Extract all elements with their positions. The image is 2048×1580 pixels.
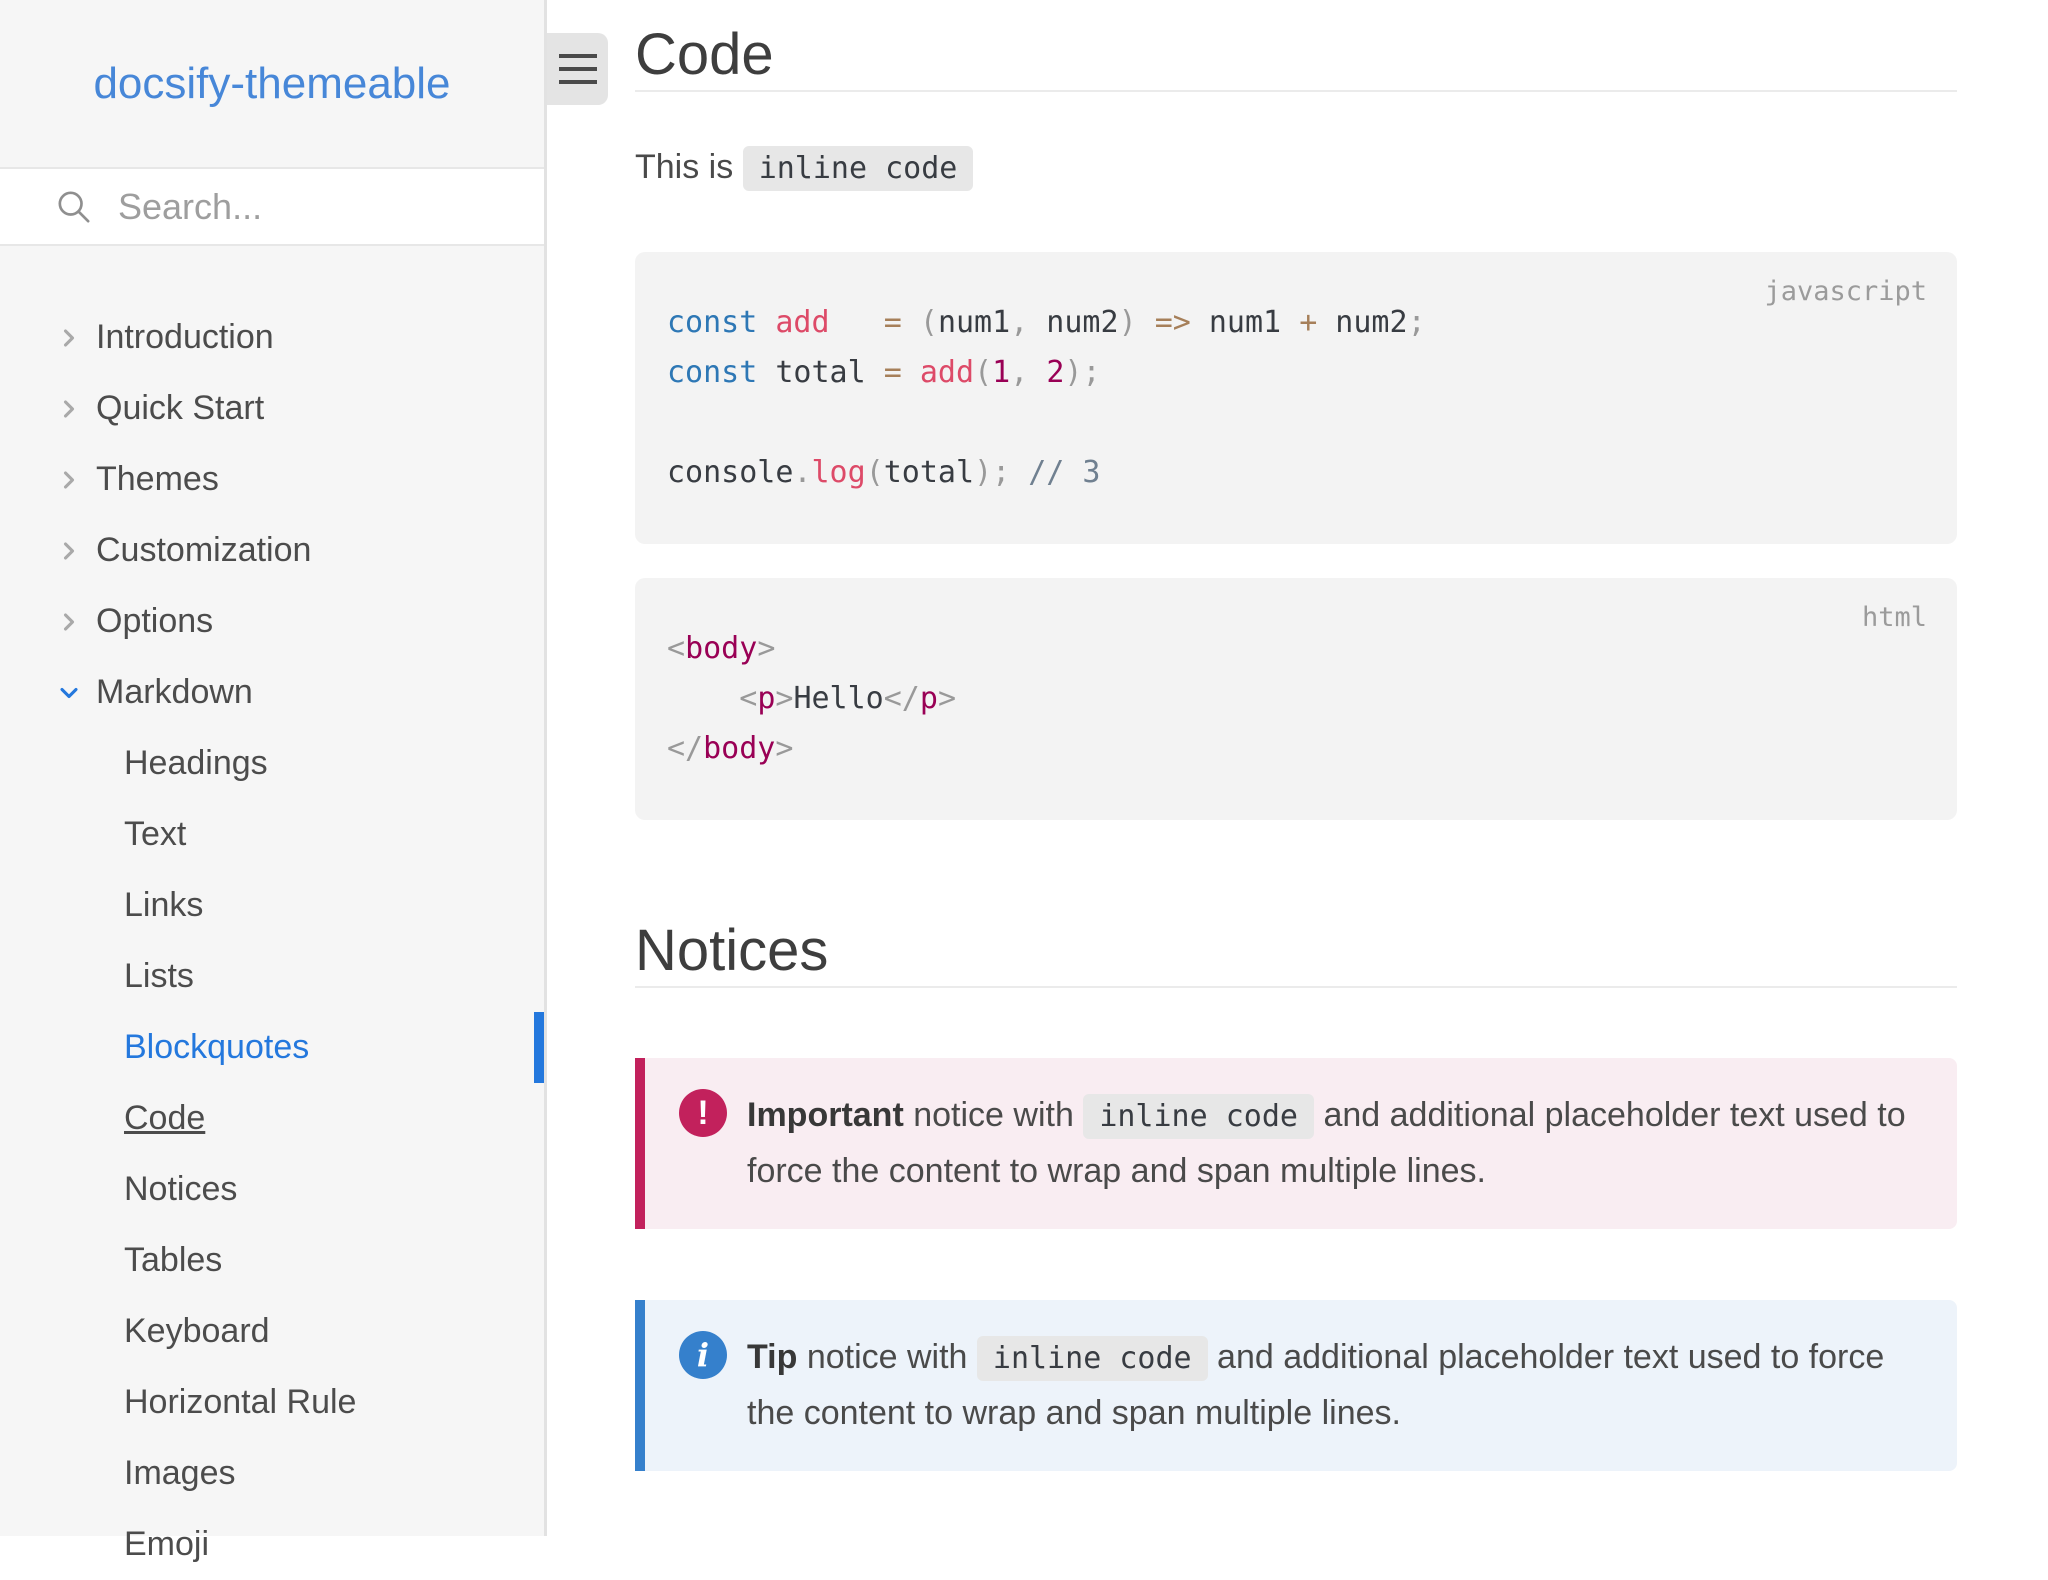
- sidebar-item-tables[interactable]: Tables: [0, 1225, 544, 1296]
- sidebar-item-horizontal-rule[interactable]: Horizontal Rule: [0, 1367, 544, 1438]
- important-notice: ! Important notice with inline code and a…: [635, 1058, 1957, 1229]
- sidebar-item-label: Introduction: [96, 318, 274, 356]
- notice-title: Tip: [747, 1338, 798, 1376]
- notice-text: Important notice with inline code and ad…: [747, 1094, 1906, 1190]
- notices: ! Important notice with inline code and a…: [635, 1058, 1957, 1471]
- code-language-label: html: [1861, 602, 1927, 633]
- hamburger-icon: [558, 54, 597, 58]
- sidebar-item-label: Quick Start: [96, 389, 265, 427]
- sidebar-toggle-button[interactable]: [547, 33, 608, 105]
- notice-text: Tip notice with inline code and addition…: [747, 1336, 1885, 1432]
- code-block-javascript: javascript const add = (num1, num2) => nu…: [635, 252, 1957, 544]
- sidebar-item-label: Code: [124, 1099, 206, 1137]
- inline-code-paragraph: This is inline code: [635, 136, 1957, 200]
- sidebar-item-label: Notices: [124, 1170, 238, 1208]
- markdown-section: Code This is inline code javascript const…: [635, 20, 1957, 1471]
- code-blocks: javascript const add = (num1, num2) => nu…: [635, 252, 1957, 820]
- paragraph-text: This is: [635, 148, 743, 186]
- sidebar-item-notices[interactable]: Notices: [0, 1154, 544, 1225]
- site-title-link[interactable]: docsify-themeable: [93, 59, 450, 109]
- sidebar-item-markdown[interactable]: Markdown: [0, 657, 544, 728]
- sidebar-item-options[interactable]: Options: [0, 586, 544, 657]
- sidebar-item-label: Headings: [124, 744, 268, 782]
- chevron-right-icon: [55, 395, 83, 423]
- notice-title: Important: [747, 1096, 904, 1134]
- chevron-right-icon: [55, 537, 83, 565]
- code-line: const add = (num1, num2) => num1 + num2;: [667, 305, 1426, 340]
- code-line: </body>: [667, 731, 794, 766]
- inline-code-chip: inline code: [976, 1336, 1208, 1381]
- sidebar-item-headings[interactable]: Headings: [0, 728, 544, 799]
- search-icon: [54, 187, 94, 227]
- sidebar-item-blockquotes[interactable]: Blockquotes: [0, 1012, 544, 1083]
- sidebar-item-keyboard[interactable]: Keyboard: [0, 1296, 544, 1367]
- sidebar-item-label: Markdown: [96, 673, 253, 711]
- sidebar-item-label: Lists: [124, 957, 194, 995]
- sidebar-item-label: Horizontal Rule: [124, 1383, 357, 1421]
- info-icon: i: [679, 1331, 727, 1379]
- inline-code-chip: inline code: [742, 146, 974, 191]
- search-bar: [0, 167, 544, 246]
- code-line: <body>: [667, 631, 776, 666]
- sidebar-item-label: Emoji: [124, 1525, 210, 1563]
- sidebar-item-label: Themes: [96, 460, 219, 498]
- exclamation-icon: !: [679, 1089, 727, 1137]
- sidebar-item-label: Options: [96, 602, 214, 640]
- sidebar-item-emoji[interactable]: Emoji: [0, 1509, 544, 1580]
- search-input[interactable]: [116, 184, 514, 229]
- sidebar-item-links[interactable]: Links: [0, 870, 544, 941]
- sidebar-item-themes[interactable]: Themes: [0, 444, 544, 515]
- active-page-indicator: [534, 1012, 544, 1083]
- sidebar-item-label: Keyboard: [124, 1312, 270, 1350]
- heading-notices: Notices: [635, 918, 829, 983]
- sidebar-item-text[interactable]: Text: [0, 799, 544, 870]
- app: docsify-themeable Introduction Quick Star…: [0, 0, 2048, 1563]
- sidebar-item-label: Tables: [124, 1241, 223, 1279]
- sidebar-item-introduction[interactable]: Introduction: [0, 302, 544, 373]
- sidebar-item-lists[interactable]: Lists: [0, 941, 544, 1012]
- sidebar-item-images[interactable]: Images: [0, 1438, 544, 1509]
- sidebar-nav: Introduction Quick Start Themes Customizati…: [0, 246, 544, 1580]
- tip-notice: i Tip notice with inline code and additio…: [635, 1300, 1957, 1471]
- sidebar-item-customization[interactable]: Customization: [0, 515, 544, 586]
- sidebar-item-label: Links: [124, 886, 204, 924]
- main-content: Code This is inline code javascript const…: [547, 0, 2048, 1536]
- heading-code: Code: [635, 22, 774, 87]
- sidebar-item-code[interactable]: Code: [0, 1083, 544, 1154]
- code-line: const total = add(1, 2);: [667, 355, 1101, 390]
- sidebar-item-label: Customization: [96, 531, 312, 569]
- sidebar-item-label: Images: [124, 1454, 236, 1492]
- sidebar-header: docsify-themeable: [0, 0, 544, 167]
- code-line: <p>Hello</p>: [739, 681, 956, 716]
- section-divider: [635, 90, 1957, 92]
- sidebar-item-quick-start[interactable]: Quick Start: [0, 373, 544, 444]
- chevron-down-icon: [55, 679, 83, 707]
- chevron-right-icon: [55, 466, 83, 494]
- inline-code-chip: inline code: [1083, 1094, 1314, 1139]
- sidebar: docsify-themeable Introduction Quick Star…: [0, 0, 547, 1563]
- chevron-right-icon: [55, 608, 83, 636]
- section-divider: [635, 986, 1957, 988]
- chevron-right-icon: [55, 324, 83, 352]
- sidebar-item-label: Blockquotes: [124, 1028, 310, 1066]
- sidebar-item-label: Text: [124, 815, 187, 853]
- code-line: console.log(total); // 3: [667, 455, 1101, 490]
- code-language-label: javascript: [1764, 276, 1927, 307]
- code-block-html: html <body> <p>Hello</p> </body>: [635, 578, 1957, 820]
